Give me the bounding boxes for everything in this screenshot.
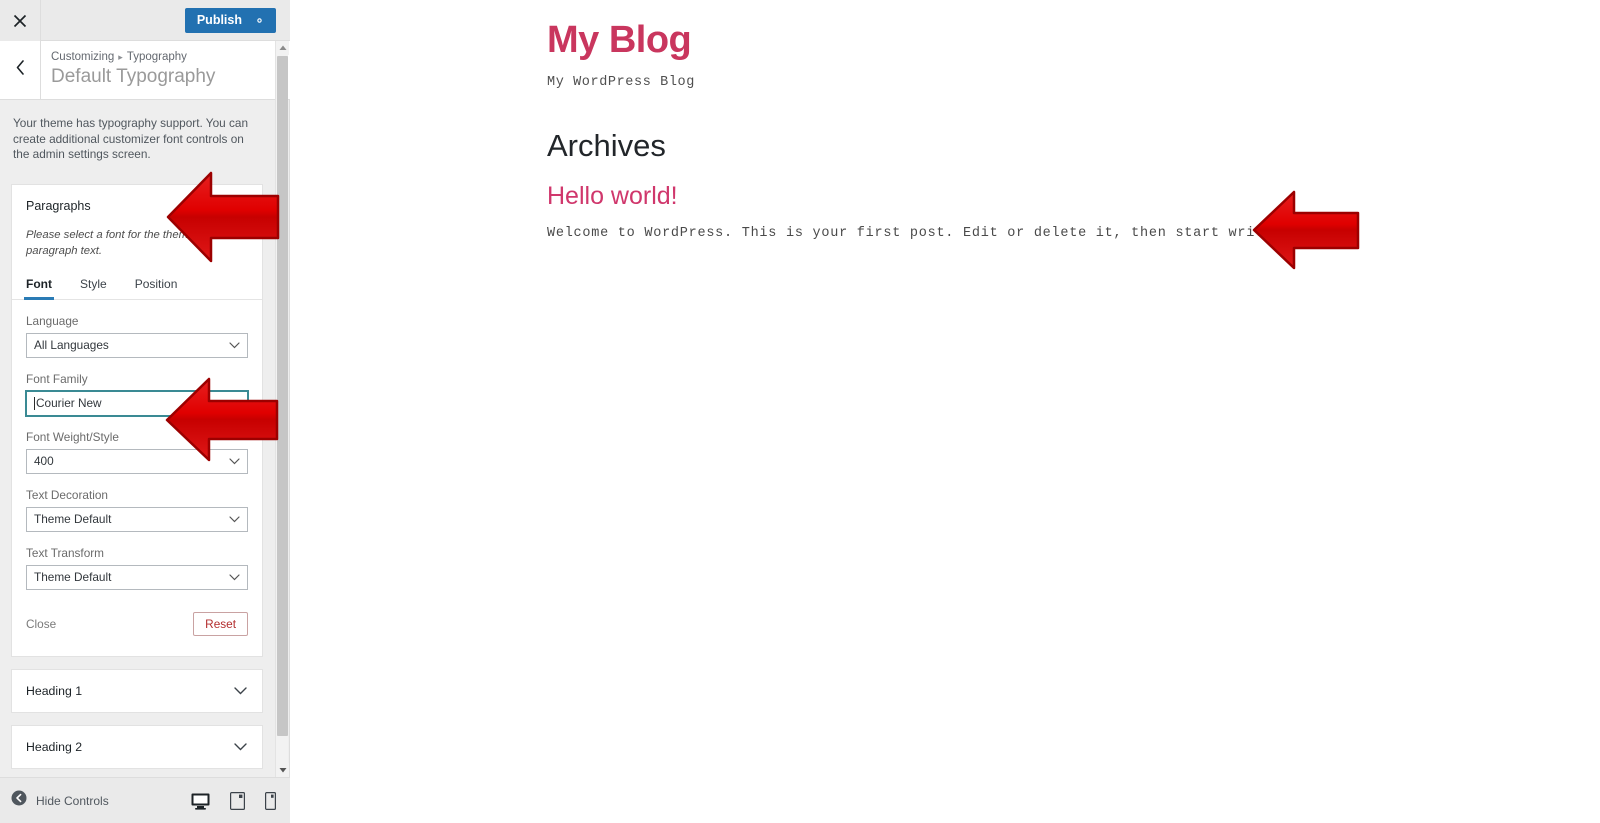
text-decoration-field: Text Decoration Theme Default	[26, 488, 248, 532]
text-caret	[34, 396, 35, 410]
font-weight-style-value: 400	[34, 454, 54, 469]
breadcrumb: Customizing ▸ Typography	[51, 51, 187, 63]
chevron-left-icon	[15, 60, 26, 80]
scrollbar-thumb[interactable]	[277, 56, 288, 736]
chevron-down-icon	[229, 454, 240, 468]
font-family-input-value: Courier New	[36, 396, 102, 411]
paragraphs-panel: Paragraphs Please select a font for the …	[11, 183, 263, 657]
paragraphs-panel-title: Paragraphs	[26, 198, 91, 213]
text-decoration-select[interactable]: Theme Default	[26, 506, 248, 532]
language-select-value: All Languages	[34, 338, 109, 353]
chevron-down-icon	[229, 570, 240, 584]
mobile-preview-icon[interactable]	[265, 792, 276, 810]
typography-tabs: Font Style Position	[12, 259, 262, 300]
preview-archives-heading: Archives	[547, 128, 666, 163]
chevron-down-icon	[234, 682, 247, 700]
accordion-heading-1-label: Heading 1	[26, 683, 83, 698]
device-preview-switcher	[191, 778, 276, 823]
page-title: Default Typography	[51, 66, 216, 87]
paragraphs-panel-subtitle: Please select a font for the theme's nu …	[26, 228, 218, 257]
reset-button[interactable]: Reset	[193, 611, 248, 636]
back-button[interactable]	[0, 41, 41, 99]
chevron-down-icon	[229, 338, 240, 352]
font-family-label: Font Family	[26, 371, 88, 386]
breadcrumb-separator-icon: ▸	[118, 52, 123, 62]
customizer-sidebar: Publish Customizing ▸ Typography Default…	[0, 0, 290, 823]
font-weight-style-select[interactable]: 400	[26, 448, 248, 474]
typography-description: Your theme has typography support. You c…	[13, 116, 249, 162]
preview-site-title: My Blog	[547, 19, 692, 61]
sidebar-scrollbar[interactable]	[275, 41, 289, 777]
font-family-input[interactable]: Courier New	[26, 390, 248, 416]
customizer-panel-header: Customizing ▸ Typography Default Typograph…	[0, 41, 290, 100]
tab-style[interactable]: Style	[80, 273, 107, 299]
font-tab-fields: Language All Languages Font Family Couri…	[12, 300, 262, 590]
preview-site-tagline: My WordPress Blog	[547, 75, 695, 90]
customizer-footer: Hide Controls	[0, 777, 290, 823]
text-transform-select[interactable]: Theme Default	[26, 564, 248, 590]
tab-font[interactable]: Font	[24, 273, 54, 300]
arrow-left-circle-icon	[11, 790, 27, 811]
customizer-screen: Publish Customizing ▸ Typography Default…	[0, 0, 1600, 823]
site-preview-frame: My Blog My WordPress Blog Archives Hello…	[300, 0, 1600, 823]
customizer-control-list: Your theme has typography support. You c…	[0, 100, 276, 777]
font-family-field: Font Family Courier New	[26, 372, 248, 416]
preview-post-body: Welcome to WordPress. This is your first…	[547, 226, 1300, 241]
desktop-preview-icon[interactable]	[191, 793, 210, 810]
hide-controls-label: Hide Controls	[36, 793, 109, 808]
gear-icon[interactable]	[253, 14, 266, 27]
close-customizer-button[interactable]	[0, 0, 41, 41]
breadcrumb-typography[interactable]: Typography	[127, 51, 187, 63]
font-weight-style-label: Font Weight/Style	[26, 429, 119, 444]
chevron-down-icon	[234, 738, 247, 756]
text-transform-field: Text Transform Theme Default	[26, 546, 248, 590]
accordion-heading-1[interactable]: Heading 1	[11, 668, 263, 713]
language-select[interactable]: All Languages	[26, 332, 248, 358]
text-transform-value: Theme Default	[34, 570, 112, 585]
customizer-topbar: Publish	[0, 0, 290, 41]
publish-button[interactable]: Publish	[184, 8, 276, 33]
close-panel-link[interactable]: Close	[26, 617, 56, 631]
scroll-down-arrow-icon[interactable]	[276, 763, 289, 777]
breadcrumb-customizing[interactable]: Customizing	[51, 51, 114, 63]
chevron-down-icon	[229, 512, 240, 526]
close-x-icon	[13, 14, 27, 28]
font-weight-style-field: Font Weight/Style 400	[26, 430, 248, 474]
accordion-heading-2-label: Heading 2	[26, 739, 83, 754]
paragraphs-panel-actions: Close Reset	[12, 604, 262, 656]
publish-button-label: Publish	[196, 13, 242, 28]
preview-post-title-link[interactable]: Hello world!	[547, 182, 678, 211]
accordion-heading-2[interactable]: Heading 2	[11, 724, 263, 769]
text-decoration-value: Theme Default	[34, 512, 112, 527]
tab-position[interactable]: Position	[135, 273, 178, 299]
language-field: Language All Languages	[26, 314, 248, 358]
hide-controls-button[interactable]: Hide Controls	[11, 790, 109, 811]
text-decoration-label: Text Decoration	[26, 487, 108, 502]
tablet-preview-icon[interactable]	[230, 792, 245, 810]
language-label: Language	[26, 313, 79, 328]
text-transform-label: Text Transform	[26, 545, 105, 560]
scroll-up-arrow-icon[interactable]	[276, 41, 289, 55]
